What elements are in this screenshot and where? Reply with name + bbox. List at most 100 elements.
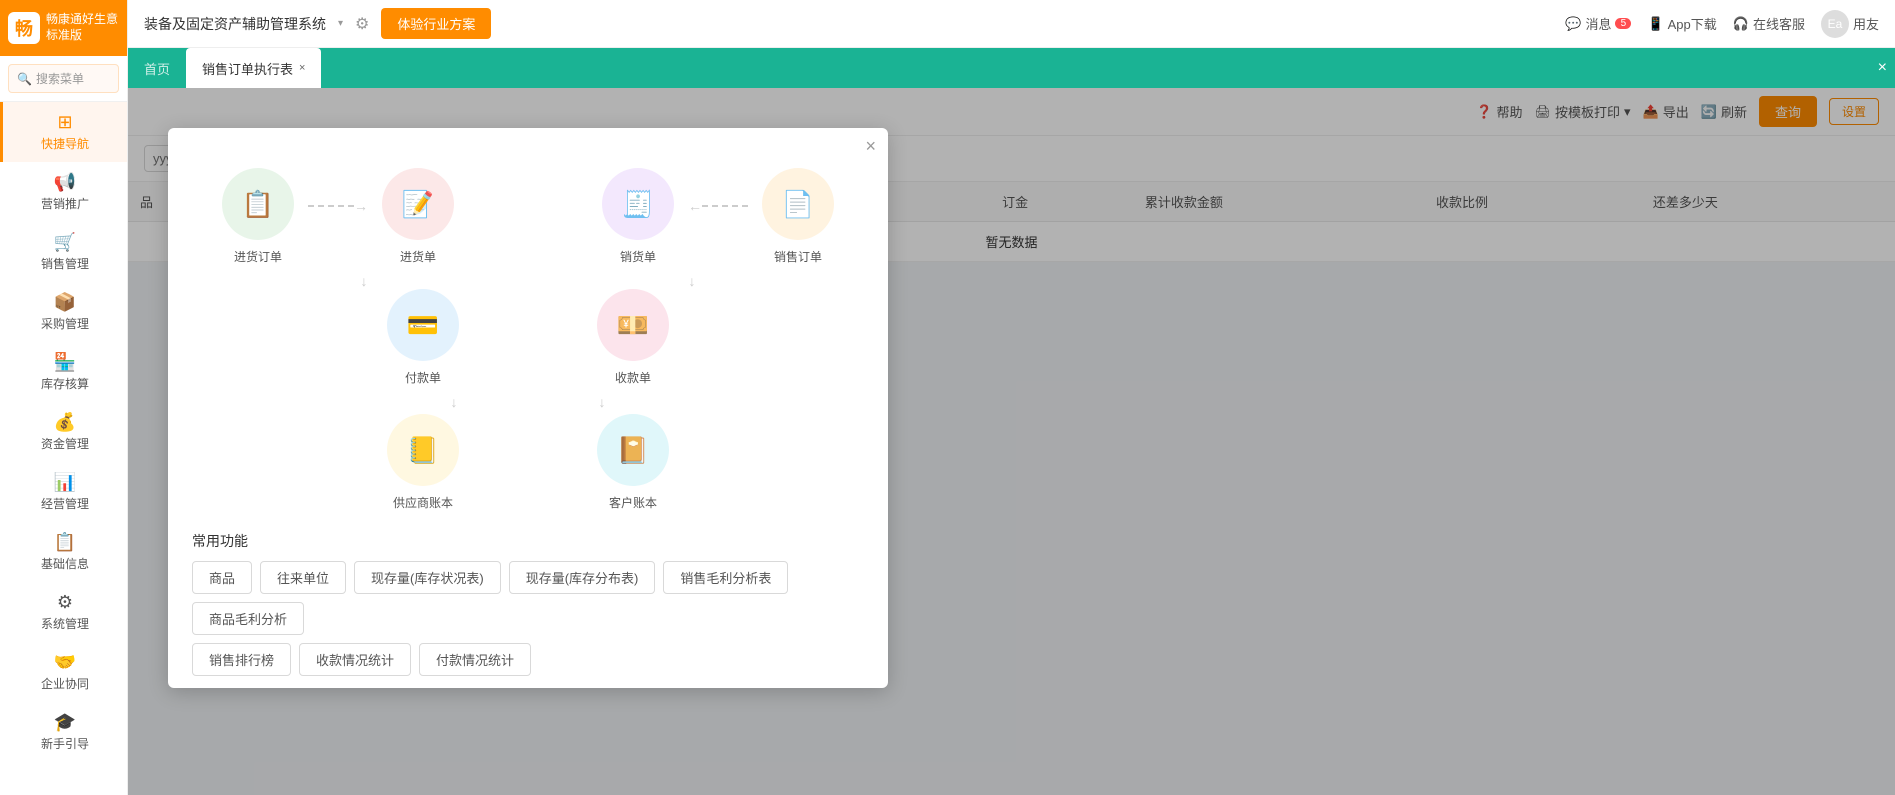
tab-close-icon[interactable]: × <box>299 62 305 74</box>
service-icon: 🎧 <box>1733 16 1749 32</box>
sidebar-item-basic[interactable]: 📋 基础信息 <box>0 522 127 582</box>
receipt-bill-label: 收款单 <box>615 369 651 386</box>
sales-order-icon: 📄 <box>762 168 834 240</box>
content-area: ❓ 帮助 🖨 按模板打印 ▾ 📤 导出 🔄 刷新 查询 设置 <box>128 88 1895 795</box>
logo-icon: 畅 <box>8 12 40 44</box>
header-dropdown[interactable]: ▾ <box>338 18 343 29</box>
sidebar-item-label: 经营管理 <box>41 495 89 512</box>
app-download-btn[interactable]: 📱 App下载 <box>1647 14 1716 33</box>
sidebar-logo: 畅 畅康通好生意 标准版 <box>0 0 127 56</box>
quick-nav-icon: ⊞ <box>57 112 72 133</box>
customer-ledger-label: 客户账本 <box>609 494 657 511</box>
online-service-label: 在线客服 <box>1753 14 1805 33</box>
marketing-icon: 📢 <box>54 172 76 193</box>
enterprise-icon: 🤝 <box>54 652 76 673</box>
tab-sales-order-exec-label: 销售订单执行表 <box>202 59 293 78</box>
message-btn[interactable]: 💬 消息 5 <box>1565 14 1631 33</box>
func-btn-product[interactable]: 商品 <box>192 561 252 594</box>
sidebar-item-label: 企业协同 <box>41 675 89 692</box>
sidebar-item-marketing[interactable]: 📢 营销推广 <box>0 162 127 222</box>
modal: × 📋 进货订单 → <box>168 128 888 688</box>
message-badge: 5 <box>1615 18 1631 29</box>
tab-bar-close-icon[interactable]: × <box>1878 59 1887 77</box>
app-download-label: App下载 <box>1668 14 1717 33</box>
func-btn-sales-profit[interactable]: 销售毛利分析表 <box>663 561 788 594</box>
modal-overlay[interactable]: × 📋 进货订单 → <box>128 88 1895 795</box>
flow-node-supplier-ledger[interactable]: 📒 供应商账本 <box>373 414 473 511</box>
sidebar-item-sales[interactable]: 🛒 销售管理 <box>0 222 127 282</box>
operation-icon: 📊 <box>54 472 76 493</box>
flow-node-purchase-bill[interactable]: 📝 进货单 <box>368 168 468 265</box>
sales-bill-icon: 🧾 <box>602 168 674 240</box>
payment-bill-label: 付款单 <box>405 369 441 386</box>
sidebar-item-purchase[interactable]: 📦 采购管理 <box>0 282 127 342</box>
func-btn-product-profit[interactable]: 商品毛利分析 <box>192 602 304 635</box>
system-icon: ⚙ <box>57 592 73 613</box>
inventory-icon: 🏪 <box>54 352 76 373</box>
sidebar-item-label: 采购管理 <box>41 315 89 332</box>
sidebar-nav: ⊞ 快捷导航 📢 营销推广 🛒 销售管理 📦 采购管理 🏪 库存核算 💰 资金管… <box>0 102 127 795</box>
sidebar-item-label: 资金管理 <box>41 435 89 452</box>
flow-node-purchase-order[interactable]: 📋 进货订单 <box>208 168 308 265</box>
message-icon: 💬 <box>1565 16 1581 32</box>
experience-btn[interactable]: 体验行业方案 <box>381 8 491 39</box>
func-btn-stock-status[interactable]: 现存量(库存状况表) <box>354 561 501 594</box>
payment-bill-icon: 💳 <box>387 289 459 361</box>
avatar: Ea <box>1821 10 1849 38</box>
common-funcs-title: 常用功能 <box>192 531 864 551</box>
search-menu-button[interactable]: 🔍 搜索菜单 <box>8 64 119 93</box>
flow-node-receipt-bill[interactable]: 💴 收款单 <box>583 289 683 386</box>
sidebar-item-label: 新手引导 <box>41 735 89 752</box>
header-right: 💬 消息 5 📱 App下载 🎧 在线客服 Ea 用友 <box>1565 10 1879 38</box>
func-btn-stock-dist[interactable]: 现存量(库存分布表) <box>509 561 656 594</box>
func-btn-sales-rank[interactable]: 销售排行榜 <box>192 643 291 676</box>
sidebar-item-label: 库存核算 <box>41 375 89 392</box>
flow-node-payment-bill[interactable]: 💳 付款单 <box>373 289 473 386</box>
tab-home[interactable]: 首页 <box>128 48 186 88</box>
purchase-bill-icon: 📝 <box>382 168 454 240</box>
flow-node-customer-ledger[interactable]: 📔 客户账本 <box>583 414 683 511</box>
sidebar-item-inventory[interactable]: 🏪 库存核算 <box>0 342 127 402</box>
supplier-ledger-label: 供应商账本 <box>393 494 453 511</box>
header-title: 装备及固定资产辅助管理系统 <box>144 14 326 34</box>
func-buttons-row1: 商品 往来单位 现存量(库存状况表) 现存量(库存分布表) 销售毛利分析表 商品… <box>192 561 864 635</box>
basic-icon: 📋 <box>54 532 76 553</box>
supplier-ledger-icon: 📒 <box>387 414 459 486</box>
common-functions: 常用功能 商品 往来单位 现存量(库存状况表) 现存量(库存分布表) 销售毛利分… <box>168 531 888 688</box>
sidebar-item-system[interactable]: ⚙ 系统管理 <box>0 582 127 642</box>
tab-sales-order-exec[interactable]: 销售订单执行表 × <box>186 48 321 88</box>
func-btn-receipt-stats[interactable]: 收款情况统计 <box>299 643 411 676</box>
sidebar-item-finance[interactable]: 💰 资金管理 <box>0 402 127 462</box>
sidebar: 畅 畅康通好生意 标准版 🔍 搜索菜单 ⊞ 快捷导航 📢 营销推广 🛒 销售管理… <box>0 0 128 795</box>
chevron-down-icon: ▾ <box>338 18 343 29</box>
customer-ledger-icon: 📔 <box>597 414 669 486</box>
online-service-btn[interactable]: 🎧 在线客服 <box>1733 14 1805 33</box>
user-btn[interactable]: Ea 用友 <box>1821 10 1879 38</box>
purchase-order-label: 进货订单 <box>234 248 282 265</box>
sidebar-item-label: 营销推广 <box>41 195 89 212</box>
sidebar-search-section: 🔍 搜索菜单 <box>0 56 127 102</box>
gear-icon[interactable]: ⚙ <box>355 14 369 34</box>
app-icon: 📱 <box>1647 16 1663 32</box>
sidebar-item-enterprise[interactable]: 🤝 企业协同 <box>0 642 127 702</box>
func-btn-counterpart[interactable]: 往来单位 <box>260 561 346 594</box>
flow-node-sales-bill[interactable]: 🧾 销货单 <box>588 168 688 265</box>
func-btn-payment-stats[interactable]: 付款情况统计 <box>419 643 531 676</box>
tab-home-label: 首页 <box>144 59 170 78</box>
sidebar-item-quick-nav[interactable]: ⊞ 快捷导航 <box>0 102 127 162</box>
flowchart: 📋 进货订单 → 📝 进货单 <box>168 128 888 531</box>
receipt-bill-icon: 💴 <box>597 289 669 361</box>
message-label: 消息 <box>1585 14 1611 33</box>
user-label: 用友 <box>1853 14 1879 33</box>
sidebar-item-operation[interactable]: 📊 经营管理 <box>0 462 127 522</box>
sales-order-label: 销售订单 <box>774 248 822 265</box>
sales-bill-label: 销货单 <box>620 248 656 265</box>
newbie-icon: 🎓 <box>54 712 76 733</box>
flow-node-sales-order[interactable]: 📄 销售订单 <box>748 168 848 265</box>
tab-bar: 首页 销售订单执行表 × × <box>128 48 1895 88</box>
main-area: 装备及固定资产辅助管理系统 ▾ ⚙ 体验行业方案 💬 消息 5 📱 App下载 … <box>128 0 1895 795</box>
purchase-icon: 📦 <box>54 292 76 313</box>
modal-close-btn[interactable]: × <box>865 136 876 157</box>
search-label: 搜索菜单 <box>36 70 84 87</box>
sidebar-item-newbie[interactable]: 🎓 新手引导 <box>0 702 127 762</box>
